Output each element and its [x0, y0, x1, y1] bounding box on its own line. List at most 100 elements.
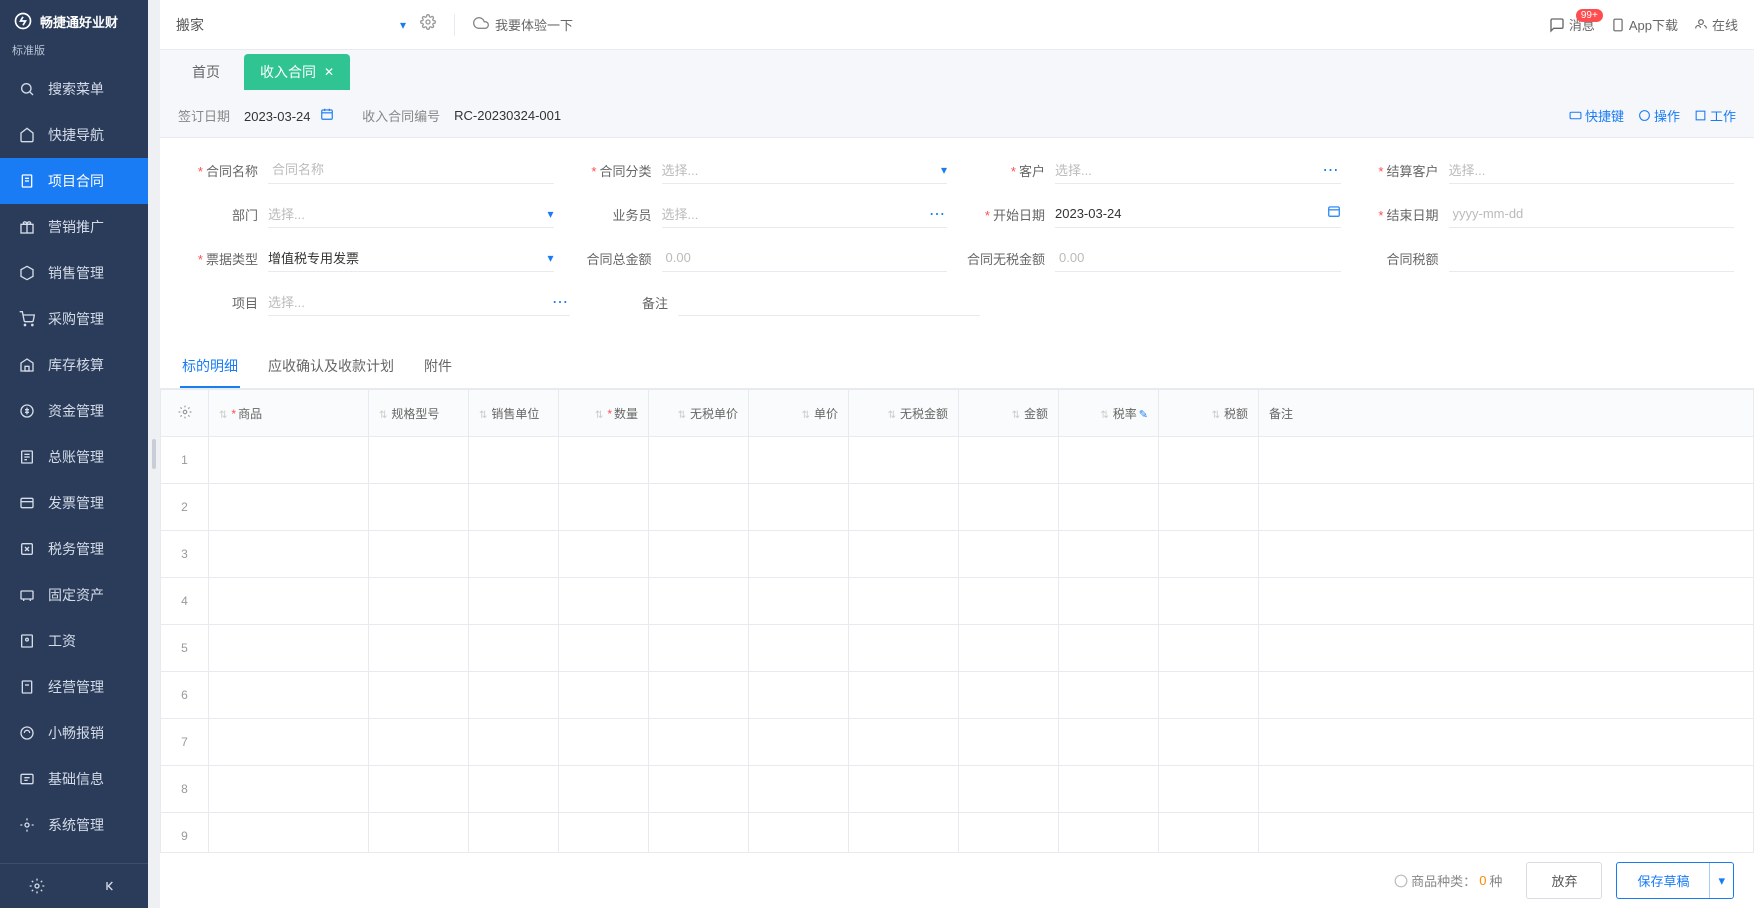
sidebar-item-5[interactable]: 采购管理: [0, 296, 148, 342]
table-cell[interactable]: [749, 484, 849, 531]
customer-select[interactable]: 选择... ⋯: [1055, 156, 1341, 184]
table-cell[interactable]: [959, 625, 1059, 672]
sidebar-item-6[interactable]: 库存核算: [0, 342, 148, 388]
table-cell[interactable]: [209, 719, 369, 766]
table-cell[interactable]: [1259, 719, 1754, 766]
table-cell[interactable]: [469, 484, 559, 531]
sidebar-item-3[interactable]: 营销推广: [0, 204, 148, 250]
table-cell[interactable]: [1159, 719, 1259, 766]
table-cell[interactable]: [749, 813, 849, 853]
app-download-link[interactable]: App下载: [1611, 15, 1678, 34]
table-cell[interactable]: [749, 719, 849, 766]
th-remark[interactable]: 备注: [1259, 390, 1754, 437]
tab-home[interactable]: 首页: [176, 54, 236, 90]
th-qty[interactable]: ⇅*数量: [559, 390, 649, 437]
table-cell[interactable]: [1159, 766, 1259, 813]
table-cell[interactable]: [959, 531, 1059, 578]
th-spec[interactable]: ⇅规格型号: [369, 390, 469, 437]
table-cell[interactable]: [1159, 625, 1259, 672]
shortcut-link[interactable]: 快捷键: [1569, 106, 1624, 125]
table-cell[interactable]: [469, 625, 559, 672]
table-cell[interactable]: [369, 766, 469, 813]
detail-tab-receipt[interactable]: 应收确认及收款计划: [266, 346, 396, 388]
detail-tab-attachment[interactable]: 附件: [422, 346, 454, 388]
table-row[interactable]: 6: [161, 672, 1754, 719]
table-cell[interactable]: [559, 531, 649, 578]
table-cell[interactable]: [1059, 625, 1159, 672]
salesperson-select[interactable]: 选择... ⋯: [662, 200, 948, 228]
table-row[interactable]: 9: [161, 813, 1754, 853]
online-link[interactable]: 在线: [1694, 15, 1738, 34]
table-cell[interactable]: [559, 437, 649, 484]
end-date-input[interactable]: [1449, 200, 1735, 228]
table-cell[interactable]: [649, 531, 749, 578]
sidebar-item-11[interactable]: 固定资产: [0, 572, 148, 618]
table-cell[interactable]: [469, 766, 559, 813]
sidebar-item-13[interactable]: 经营管理: [0, 664, 148, 710]
sidebar-item-17[interactable]: 企业协同: [0, 848, 148, 863]
table-cell[interactable]: [1059, 672, 1159, 719]
table-cell[interactable]: [559, 625, 649, 672]
table-cell[interactable]: [849, 672, 959, 719]
table-cell[interactable]: [749, 531, 849, 578]
table-cell[interactable]: [559, 484, 649, 531]
table-cell[interactable]: [959, 766, 1059, 813]
table-row[interactable]: 1: [161, 437, 1754, 484]
table-row[interactable]: 2: [161, 484, 1754, 531]
table-cell[interactable]: [649, 719, 749, 766]
sidebar-item-9[interactable]: 发票管理: [0, 480, 148, 526]
th-tax-rate[interactable]: ⇅税率✎: [1059, 390, 1159, 437]
table-cell[interactable]: [209, 484, 369, 531]
table-cell[interactable]: [649, 437, 749, 484]
sidebar-item-12[interactable]: 工资: [0, 618, 148, 664]
table-cell[interactable]: [1259, 484, 1754, 531]
table-cell[interactable]: [1259, 625, 1754, 672]
table-cell[interactable]: [959, 578, 1059, 625]
table-cell[interactable]: [469, 719, 559, 766]
table-cell[interactable]: [559, 813, 649, 853]
table-cell[interactable]: [469, 437, 559, 484]
org-select[interactable]: 搬家 ▾: [176, 15, 406, 35]
save-draft-button[interactable]: 保存草稿 ▾: [1616, 862, 1734, 899]
project-select[interactable]: 选择... ⋯: [268, 288, 570, 316]
table-cell[interactable]: [209, 531, 369, 578]
table-cell[interactable]: [369, 672, 469, 719]
table-cell[interactable]: [369, 531, 469, 578]
detail-tab-items[interactable]: 标的明细: [180, 346, 240, 388]
table-cell[interactable]: [749, 625, 849, 672]
messages-link[interactable]: 消息 99+: [1549, 15, 1595, 34]
table-cell[interactable]: [1159, 531, 1259, 578]
table-cell[interactable]: [469, 813, 559, 853]
department-select[interactable]: 选择... ▾: [268, 200, 554, 228]
table-cell[interactable]: [649, 813, 749, 853]
table-cell[interactable]: [209, 672, 369, 719]
th-notax-amount[interactable]: ⇅无税金额: [849, 390, 959, 437]
work-link[interactable]: 工作: [1694, 106, 1736, 125]
gear-column[interactable]: [161, 390, 209, 437]
table-cell[interactable]: [369, 625, 469, 672]
sidebar-item-14[interactable]: 小畅报销: [0, 710, 148, 756]
table-cell[interactable]: [649, 625, 749, 672]
table-cell[interactable]: [209, 813, 369, 853]
table-cell[interactable]: [1059, 719, 1159, 766]
table-cell[interactable]: [749, 672, 849, 719]
close-icon[interactable]: ✕: [324, 65, 334, 79]
th-amount[interactable]: ⇅金额: [959, 390, 1059, 437]
table-cell[interactable]: [559, 672, 649, 719]
table-cell[interactable]: [649, 578, 749, 625]
operation-link[interactable]: 操作: [1638, 106, 1680, 125]
sidebar-item-1[interactable]: 快捷导航: [0, 112, 148, 158]
remark-input[interactable]: [678, 288, 980, 316]
table-cell[interactable]: [849, 813, 959, 853]
table-cell[interactable]: [1059, 578, 1159, 625]
sidebar-item-4[interactable]: 销售管理: [0, 250, 148, 296]
sidebar-item-15[interactable]: 基础信息: [0, 756, 148, 802]
table-cell[interactable]: [959, 719, 1059, 766]
table-cell[interactable]: [849, 625, 959, 672]
table-cell[interactable]: [1259, 437, 1754, 484]
table-cell[interactable]: [849, 437, 959, 484]
table-cell[interactable]: [959, 437, 1059, 484]
gear-icon[interactable]: [420, 14, 436, 35]
sidebar-item-8[interactable]: 总账管理: [0, 434, 148, 480]
table-cell[interactable]: [849, 766, 959, 813]
